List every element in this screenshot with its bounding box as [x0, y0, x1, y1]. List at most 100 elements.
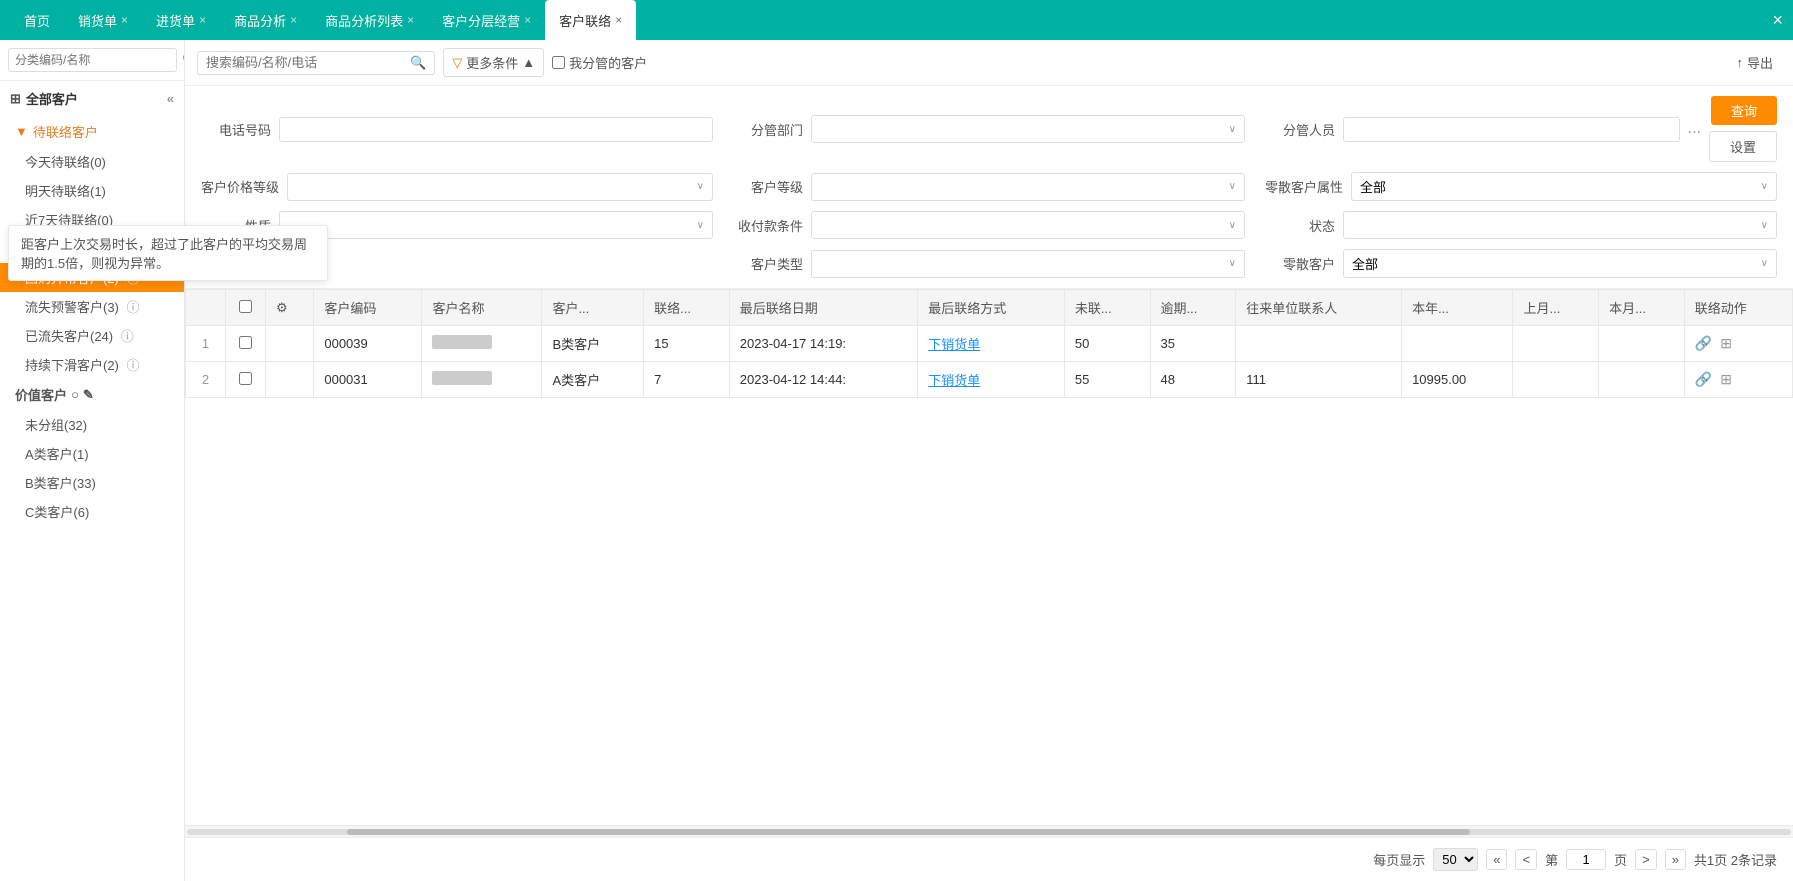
grid-icon-2[interactable]: ⊞	[1720, 371, 1732, 388]
nav-home[interactable]: 首页	[10, 0, 64, 40]
nav-customer-tier[interactable]: 客户分层经营 ×	[428, 0, 545, 40]
sidebar-item-churn-warning[interactable]: 流失预警客户(3) ⓘ	[0, 292, 184, 321]
cell-code-1[interactable]: 000039	[314, 326, 422, 362]
sidebar-item-class-b[interactable]: B类客户(33)	[0, 468, 184, 497]
filter-phone-input[interactable]	[279, 117, 713, 142]
nav-close-product-list[interactable]: ×	[407, 13, 414, 27]
prev-page-button[interactable]: <	[1515, 849, 1537, 870]
select-all-checkbox[interactable]	[239, 300, 252, 313]
sidebar-group-pending[interactable]: ▼ 待联络客户	[0, 116, 184, 147]
filter-customer-level-select[interactable]: ∨	[811, 173, 1245, 201]
filter-customer-level: 客户等级 ∨	[733, 172, 1245, 201]
sidebar-item-class-a[interactable]: A类客户(1)	[0, 439, 184, 468]
page-label: 第	[1545, 850, 1558, 869]
filter-customer-type-select[interactable]: ∨	[811, 250, 1245, 278]
nav-close-customer-tier[interactable]: ×	[524, 13, 531, 27]
filter-icon: ▽	[452, 55, 462, 71]
search-input[interactable]	[206, 55, 406, 70]
nav-product-analysis[interactable]: 商品分析 ×	[220, 0, 311, 40]
query-button[interactable]: 查询	[1711, 96, 1777, 125]
sidebar: 🔍 ⊞ 全部客户 « ▼ 待联络客户 今天待联络(0) 明天待联络(1) 近7天…	[0, 40, 185, 881]
sidebar-item-declining[interactable]: 持续下滑客户(2) ⓘ	[0, 350, 184, 379]
row-checkbox-1[interactable]	[239, 336, 252, 349]
sidebar-item-churned[interactable]: 已流失客户(24) ⓘ	[0, 321, 184, 350]
nav-purchase[interactable]: 进货单 ×	[142, 0, 220, 40]
customer-table: ⚙ 客户编码 客户名称 客户... 联络... 最后联络日期 最后联络方式 未联…	[185, 289, 1793, 398]
col-header-settings[interactable]: ⚙	[266, 290, 314, 326]
cell-index-2: 2	[186, 362, 226, 398]
filter-scatter-select[interactable]: 全部 ∨	[1351, 172, 1777, 201]
filter-phone: 电话号码	[201, 96, 713, 162]
search-submit-icon[interactable]: 🔍	[410, 55, 426, 71]
pagination: 每页显示 50 « < 第 页 > » 共1页 2条记录	[185, 837, 1793, 881]
horizontal-scrollbar[interactable]	[185, 825, 1793, 837]
filter-status-select[interactable]: ∨	[1343, 211, 1777, 239]
col-header-this-month[interactable]: 本月...	[1599, 290, 1685, 326]
table-header-row: ⚙ 客户编码 客户名称 客户... 联络... 最后联络日期 最后联络方式 未联…	[186, 290, 1793, 326]
col-header-action[interactable]: 联络动作	[1684, 290, 1792, 326]
nav-close-product-analysis[interactable]: ×	[290, 13, 297, 27]
filter-manager-dots[interactable]: ...	[1688, 120, 1701, 138]
col-header-contact[interactable]: 联络...	[644, 290, 730, 326]
filter-manager-input[interactable]	[1343, 117, 1680, 142]
sidebar-all-customers[interactable]: ⊞ 全部客户 «	[0, 81, 184, 116]
col-header-last-month[interactable]: 上月...	[1513, 290, 1599, 326]
first-page-button[interactable]: «	[1486, 849, 1507, 870]
link-icon-2[interactable]: 🔗	[1695, 371, 1712, 388]
col-header-last-date[interactable]: 最后联络日期	[729, 290, 917, 326]
more-filter-button[interactable]: ▽ 更多条件 ▲	[443, 48, 544, 77]
sidebar-item-today[interactable]: 今天待联络(0)	[0, 147, 184, 176]
per-page-label: 每页显示	[1373, 850, 1425, 869]
nav-close-sales[interactable]: ×	[121, 13, 128, 27]
scrollbar-thumb[interactable]	[347, 829, 1470, 835]
last-page-button[interactable]: »	[1665, 849, 1686, 870]
next-page-button[interactable]: >	[1635, 849, 1657, 870]
nav-product-list[interactable]: 商品分析列表 ×	[311, 0, 428, 40]
per-page-select[interactable]: 50	[1433, 848, 1478, 871]
cell-last-method-2[interactable]: 下销货单	[918, 362, 1065, 398]
table-area: ⚙ 客户编码 客户名称 客户... 联络... 最后联络日期 最后联络方式 未联…	[185, 289, 1793, 825]
last-method-link-1[interactable]: 下销货单	[928, 337, 980, 352]
col-header-name[interactable]: 客户名称	[422, 290, 542, 326]
link-icon-1[interactable]: 🔗	[1695, 335, 1712, 352]
my-customer-checkbox[interactable]	[552, 56, 565, 69]
sidebar-collapse-icon[interactable]: «	[167, 91, 174, 106]
export-icon: ↑	[1736, 55, 1743, 70]
last-method-link-2[interactable]: 下销货单	[928, 373, 980, 388]
my-customer-filter: 我分管的客户	[552, 53, 647, 72]
scrollbar-track	[187, 829, 1791, 835]
sidebar-item-tomorrow[interactable]: 明天待联络(1)	[0, 176, 184, 205]
filter-price-select[interactable]: ∨	[287, 173, 713, 201]
info-icon-2: ⓘ	[127, 300, 140, 315]
cell-code-2[interactable]: 000031	[314, 362, 422, 398]
chevron-down-icon-7: ∨	[1761, 220, 1768, 231]
col-header-overdue[interactable]: 逾期...	[1150, 290, 1236, 326]
sidebar-item-class-c[interactable]: C类客户(6)	[0, 497, 184, 526]
sidebar-item-ungrouped[interactable]: 未分组(32)	[0, 410, 184, 439]
edit-icon[interactable]: ✎	[83, 387, 94, 403]
col-header-code[interactable]: 客户编码	[314, 290, 422, 326]
nav-close-purchase[interactable]: ×	[199, 13, 206, 27]
nav-sales[interactable]: 销货单 ×	[64, 0, 142, 40]
nav-close-customer-contact[interactable]: ×	[615, 13, 622, 27]
col-header-check	[226, 290, 266, 326]
col-header-this-year[interactable]: 本年...	[1402, 290, 1513, 326]
sidebar-search-input[interactable]	[8, 48, 177, 72]
page-number-input[interactable]	[1566, 849, 1606, 870]
col-header-unit-contact[interactable]: 往来单位联系人	[1236, 290, 1402, 326]
col-header-type[interactable]: 客户...	[542, 290, 644, 326]
settings-button[interactable]: 设置	[1709, 131, 1777, 162]
filter-payment-select[interactable]: ∨	[811, 211, 1245, 239]
grid-icon-1[interactable]: ⊞	[1720, 335, 1732, 352]
sidebar-group-value[interactable]: 价值客户 ○ ✎	[0, 379, 184, 410]
filter-dept-select[interactable]: ∨	[811, 115, 1245, 143]
nav-customer-contact[interactable]: 客户联络 ×	[545, 0, 636, 40]
col-header-last-method[interactable]: 最后联络方式	[918, 290, 1065, 326]
filter-scatter-right-select[interactable]: 全部 ∨	[1343, 249, 1777, 278]
col-header-uncontacted[interactable]: 未联...	[1064, 290, 1150, 326]
export-button[interactable]: ↑ 导出	[1728, 49, 1781, 76]
cell-last-method-1[interactable]: 下销货单	[918, 326, 1065, 362]
filter-nature-select[interactable]: ∨	[279, 211, 713, 239]
window-close-button[interactable]: ×	[1772, 10, 1783, 31]
row-checkbox-2[interactable]	[239, 372, 252, 385]
